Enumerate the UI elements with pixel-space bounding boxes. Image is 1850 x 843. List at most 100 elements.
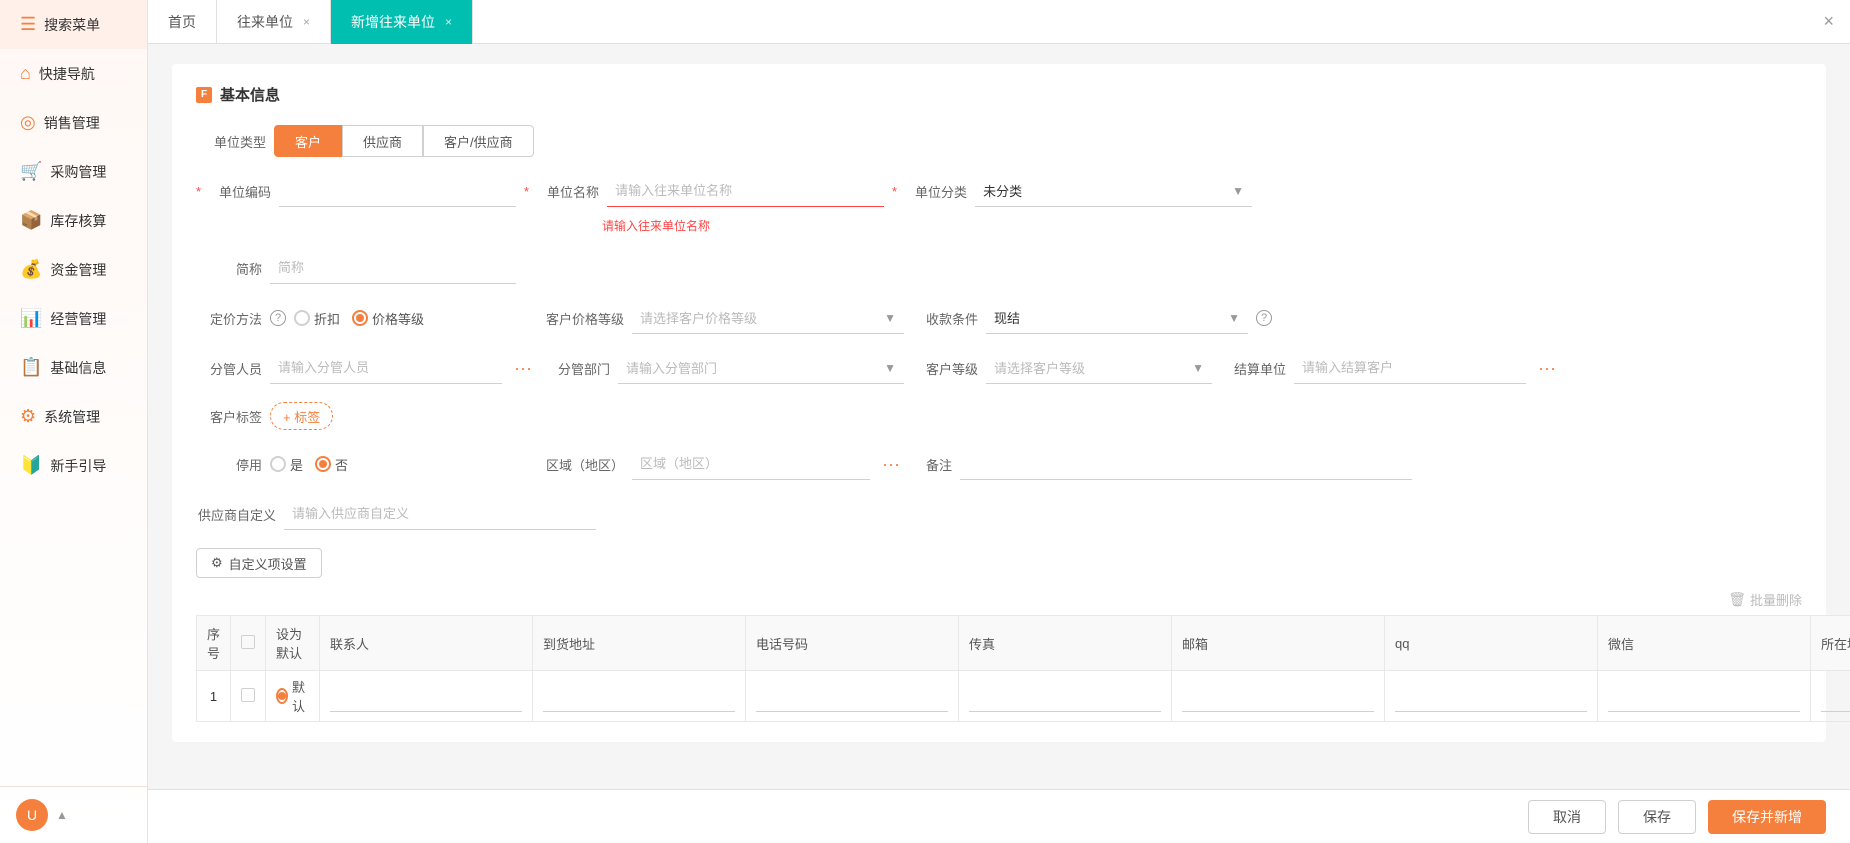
payment-select[interactable]: 现结 ▼ — [986, 302, 1248, 334]
unit-category-select[interactable]: 未分类 ▼ — [975, 175, 1252, 207]
unit-code-label: 单位编码 — [211, 182, 271, 201]
batch-delete-icon: 🗑 — [1728, 591, 1746, 608]
manager-more-icon[interactable]: ··· — [510, 358, 536, 379]
unit-name-input[interactable] — [607, 175, 884, 207]
col-qq: qq — [1385, 616, 1598, 671]
type-btn-both[interactable]: 客户/供应商 — [423, 125, 534, 157]
col-default: 设为默认 — [266, 616, 320, 671]
row-fax[interactable] — [959, 671, 1172, 722]
row-region[interactable] — [1811, 671, 1850, 722]
batch-delete-label[interactable]: 批量删除 — [1750, 590, 1802, 609]
close-all-tabs[interactable]: × — [1807, 11, 1850, 32]
row-email[interactable] — [1172, 671, 1385, 722]
add-tag-button[interactable]: + 标签 — [270, 402, 333, 430]
cancel-button[interactable]: 取消 — [1528, 800, 1606, 834]
customer-price-label: 客户价格等级 — [544, 309, 624, 328]
dept-select[interactable]: 请输入分管部门 ▼ — [618, 352, 904, 384]
select-all-checkbox[interactable] — [241, 635, 255, 649]
row-default: 默认 — [266, 671, 320, 722]
save-button[interactable]: 保存 — [1618, 800, 1696, 834]
customer-level-field: 客户等级 请选择客户等级 ▼ — [912, 352, 1212, 384]
table-body: 1 默认 — [197, 671, 1850, 722]
row-contact[interactable] — [320, 671, 533, 722]
settlement-more-icon[interactable]: ··· — [1534, 358, 1560, 379]
section-title-text: 基本信息 — [220, 84, 280, 105]
purchase-icon: 🛒 — [20, 161, 42, 182]
footer-bar: 取消 保存 保存并新增 — [148, 789, 1850, 843]
sidebar-item-sys[interactable]: ⚙ 系统管理 — [0, 392, 147, 441]
row-phone[interactable] — [746, 671, 959, 722]
section-icon: F — [196, 87, 212, 103]
sidebar-item-label: 系统管理 — [44, 407, 100, 427]
unit-category-label: 单位分类 — [907, 182, 967, 201]
region-more-icon[interactable]: ··· — [878, 454, 904, 475]
section-title: F 基本信息 — [196, 84, 1802, 105]
unit-type-field: 单位类型 客户 供应商 客户/供应商 — [196, 125, 1802, 157]
discount-radio[interactable] — [294, 310, 310, 326]
row-checkbox[interactable] — [241, 688, 255, 702]
level-arrow-icon: ▼ — [1192, 361, 1204, 375]
sidebar-item-purchase[interactable]: 🛒 采购管理 — [0, 147, 147, 196]
custom-settings-button[interactable]: ⚙ 自定义项设置 — [196, 548, 322, 578]
row-address[interactable] — [533, 671, 746, 722]
sidebar-item-finance[interactable]: 💰 资金管理 — [0, 245, 147, 294]
sidebar-search[interactable]: ☰ 搜索菜单 — [0, 0, 147, 49]
unit-code-input[interactable]: 000009 — [279, 175, 516, 207]
customer-level-select[interactable]: 请选择客户等级 ▼ — [986, 352, 1212, 384]
yes-radio[interactable] — [270, 456, 286, 472]
type-btn-group: 客户 供应商 客户/供应商 — [274, 125, 534, 157]
guide-icon: 🔰 — [20, 455, 42, 476]
type-btn-supplier[interactable]: 供应商 — [342, 125, 423, 157]
tab-partners-close[interactable]: × — [303, 15, 310, 29]
remark-input[interactable] — [960, 448, 1412, 480]
default-radio[interactable] — [276, 688, 288, 704]
disable-no[interactable]: 否 — [315, 455, 348, 474]
sidebar-item-label: 基础信息 — [50, 358, 106, 378]
tab-new-partner-close[interactable]: × — [445, 15, 452, 29]
settlement-input[interactable] — [1294, 352, 1526, 384]
short-name-input[interactable] — [270, 252, 516, 284]
chevron-down-icon: ▼ — [1232, 184, 1244, 198]
region-input[interactable] — [632, 448, 870, 480]
row-wechat[interactable] — [1598, 671, 1811, 722]
sidebar-item-quick-nav[interactable]: ⌂ 快捷导航 — [0, 49, 147, 98]
customer-price-select[interactable]: 请选择客户价格等级 ▼ — [632, 302, 904, 334]
supplier-custom-input[interactable] — [284, 498, 596, 530]
unit-type-label: 单位类型 — [196, 132, 266, 151]
col-region: 所在地区 — [1811, 616, 1850, 671]
tab-new-partner-label: 新增往来单位 — [351, 12, 435, 32]
pricing-price-level[interactable]: 价格等级 — [352, 309, 424, 328]
manager-input[interactable] — [270, 352, 502, 384]
dept-label: 分管部门 — [544, 359, 610, 378]
disable-label: 停用 — [196, 455, 262, 474]
sidebar-item-base-info[interactable]: 📋 基础信息 — [0, 343, 147, 392]
dept-placeholder: 请输入分管部门 — [626, 358, 717, 377]
col-wechat: 微信 — [1598, 616, 1811, 671]
pricing-label: 定价方法 — [196, 309, 262, 328]
type-btn-customer[interactable]: 客户 — [274, 125, 342, 157]
unit-code-field: * 单位编码 000009 — [196, 175, 516, 207]
tags-field: 客户标签 + 标签 — [196, 402, 1802, 430]
col-email: 邮箱 — [1172, 616, 1385, 671]
tab-partners[interactable]: 往来单位 × — [217, 0, 331, 44]
tab-new-partner[interactable]: 新增往来单位 × — [331, 0, 473, 44]
sidebar-item-label: 快捷导航 — [39, 64, 95, 84]
sidebar-item-operations[interactable]: 📊 经营管理 — [0, 294, 147, 343]
sidebar-item-guide[interactable]: 🔰 新手引导 — [0, 441, 147, 490]
sidebar-item-sales[interactable]: ◎ 销售管理 — [0, 98, 147, 147]
disable-yes[interactable]: 是 — [270, 455, 303, 474]
customer-level-placeholder: 请选择客户等级 — [994, 358, 1085, 377]
payment-label: 收款条件 — [912, 309, 978, 328]
price-level-radio[interactable] — [352, 310, 368, 326]
pricing-discount[interactable]: 折扣 — [294, 309, 340, 328]
tab-bar: 首页 往来单位 × 新增往来单位 × × — [148, 0, 1850, 44]
save-new-button[interactable]: 保存并新增 — [1708, 800, 1826, 834]
customer-price-placeholder: 请选择客户价格等级 — [640, 308, 757, 327]
content-area: F 基本信息 单位类型 客户 供应商 客户/供应商 * — [148, 44, 1850, 789]
tab-home[interactable]: 首页 — [148, 0, 217, 44]
no-radio[interactable] — [315, 456, 331, 472]
row-qq[interactable] — [1385, 671, 1598, 722]
pricing-help-icon[interactable]: ? — [270, 310, 286, 326]
payment-help-icon[interactable]: ? — [1256, 310, 1272, 326]
sidebar-item-inventory[interactable]: 📦 库存核算 — [0, 196, 147, 245]
